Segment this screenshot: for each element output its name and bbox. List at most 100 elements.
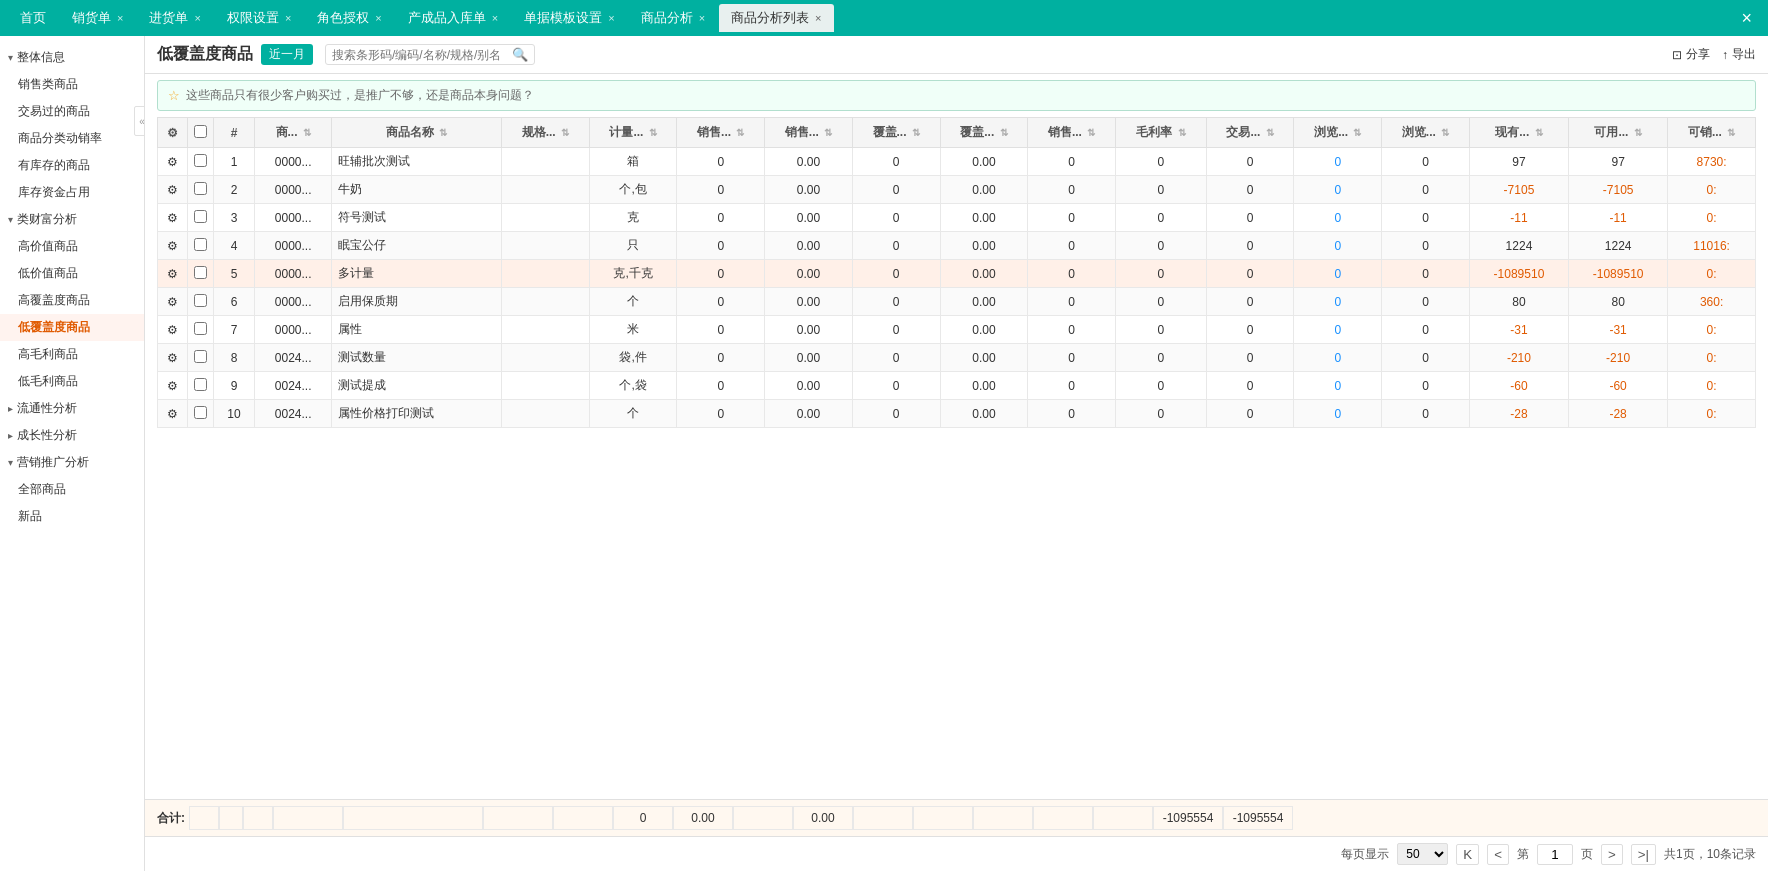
nav-tab-product-in[interactable]: 产成品入库单 × xyxy=(396,4,510,32)
gear-cell[interactable]: ⚙ xyxy=(158,232,188,260)
data-table-container[interactable]: ⚙ # 商... ⇅ 商品名称 ⇅ 规格... ⇅ 计量... ⇅ 销售... … xyxy=(157,117,1756,799)
select-all-checkbox[interactable] xyxy=(194,125,207,138)
column-sales-qty[interactable]: 销售... ⇅ xyxy=(677,118,765,148)
row-checkbox[interactable] xyxy=(194,294,207,307)
gear-cell[interactable]: ⚙ xyxy=(158,288,188,316)
row-checkbox[interactable] xyxy=(194,210,207,223)
last-page-button[interactable]: >| xyxy=(1631,844,1656,865)
sidebar-section-growth[interactable]: ▸ 成长性分析 xyxy=(0,422,144,449)
sidebar-item-with-stock[interactable]: 有库存的商品 xyxy=(0,152,144,179)
close-icon[interactable]: × xyxy=(375,12,381,24)
column-current-stock[interactable]: 现有... ⇅ xyxy=(1469,118,1568,148)
sidebar-item-all-goods[interactable]: 全部商品 xyxy=(0,476,144,503)
sidebar-item-low-coverage[interactable]: 低覆盖度商品 xyxy=(0,314,144,341)
gear-cell[interactable]: ⚙ xyxy=(158,400,188,428)
row-browse-num[interactable]: 0 xyxy=(1294,148,1382,176)
column-name[interactable]: 商品名称 ⇅ xyxy=(332,118,502,148)
search-input[interactable] xyxy=(332,48,512,62)
nav-tab-role[interactable]: 角色授权 × xyxy=(305,4,393,32)
sidebar-item-category-rate[interactable]: 商品分类动销率 xyxy=(0,125,144,152)
gear-cell[interactable]: ⚙ xyxy=(158,176,188,204)
share-button[interactable]: ⊡ 分享 xyxy=(1672,46,1710,63)
close-icon[interactable]: × xyxy=(608,12,614,24)
column-gross-rate[interactable]: 毛利率 ⇅ xyxy=(1115,118,1206,148)
nav-tab-home[interactable]: 首页 xyxy=(8,4,58,32)
column-gear[interactable]: ⚙ xyxy=(158,118,188,148)
sidebar-section-wealth[interactable]: ▾ 类财富分析 xyxy=(0,206,144,233)
column-spec[interactable]: 规格... ⇅ xyxy=(502,118,590,148)
column-cover-num[interactable]: 覆盖... ⇅ xyxy=(852,118,940,148)
row-checkbox-cell[interactable] xyxy=(188,148,214,176)
column-checkbox[interactable] xyxy=(188,118,214,148)
row-browse-num[interactable]: 0 xyxy=(1294,176,1382,204)
sidebar-item-new-goods[interactable]: 新品 xyxy=(0,503,144,530)
sidebar-item-high-coverage[interactable]: 高覆盖度商品 xyxy=(0,287,144,314)
column-code[interactable]: 商... ⇅ xyxy=(255,118,332,148)
row-checkbox[interactable] xyxy=(194,406,207,419)
row-checkbox[interactable] xyxy=(194,350,207,363)
row-checkbox-cell[interactable] xyxy=(188,288,214,316)
row-browse-num[interactable]: 0 xyxy=(1294,260,1382,288)
row-checkbox[interactable] xyxy=(194,266,207,279)
row-checkbox[interactable] xyxy=(194,378,207,391)
gear-cell[interactable]: ⚙ xyxy=(158,316,188,344)
row-checkbox-cell[interactable] xyxy=(188,232,214,260)
close-icon[interactable]: × xyxy=(492,12,498,24)
search-icon[interactable]: 🔍 xyxy=(512,47,528,62)
sidebar-item-high-value[interactable]: 高价值商品 xyxy=(0,233,144,260)
row-checkbox-cell[interactable] xyxy=(188,260,214,288)
row-checkbox[interactable] xyxy=(194,154,207,167)
gear-cell[interactable]: ⚙ xyxy=(158,148,188,176)
row-checkbox-cell[interactable] xyxy=(188,204,214,232)
sidebar-collapse-button[interactable]: « xyxy=(134,106,145,136)
sidebar-item-low-value[interactable]: 低价值商品 xyxy=(0,260,144,287)
row-browse-num[interactable]: 0 xyxy=(1294,316,1382,344)
row-browse-num[interactable]: 0 xyxy=(1294,372,1382,400)
nav-tab-permission[interactable]: 权限设置 × xyxy=(215,4,303,32)
nav-tab-purchase[interactable]: 进货单 × xyxy=(137,4,212,32)
row-checkbox[interactable] xyxy=(194,322,207,335)
close-icon[interactable]: × xyxy=(117,12,123,24)
sidebar-item-low-gross[interactable]: 低毛利商品 xyxy=(0,368,144,395)
nav-tab-template[interactable]: 单据模板设置 × xyxy=(512,4,626,32)
sidebar-item-high-gross[interactable]: 高毛利商品 xyxy=(0,341,144,368)
column-trade-num[interactable]: 交易... ⇅ xyxy=(1206,118,1294,148)
close-icon[interactable]: × xyxy=(815,12,821,24)
close-icon[interactable]: × xyxy=(285,12,291,24)
gear-cell[interactable]: ⚙ xyxy=(158,372,188,400)
column-cover-rate[interactable]: 覆盖... ⇅ xyxy=(940,118,1028,148)
gear-cell[interactable]: ⚙ xyxy=(158,344,188,372)
next-page-button[interactable]: > xyxy=(1601,844,1623,865)
close-all-button[interactable]: × xyxy=(1733,8,1760,29)
row-checkbox-cell[interactable] xyxy=(188,372,214,400)
nav-tab-goods-analysis[interactable]: 商品分析 × xyxy=(629,4,717,32)
sidebar-section-overall[interactable]: ▾ 整体信息 xyxy=(0,44,144,71)
page-number-input[interactable] xyxy=(1537,844,1573,865)
page-size-select[interactable]: 2050100 xyxy=(1397,843,1448,865)
first-page-button[interactable]: K xyxy=(1456,844,1479,865)
gear-cell[interactable]: ⚙ xyxy=(158,204,188,232)
sidebar-item-traded-goods[interactable]: 交易过的商品 xyxy=(0,98,144,125)
nav-tab-goods-list[interactable]: 商品分析列表 × xyxy=(719,4,833,32)
gear-cell[interactable]: ⚙ xyxy=(158,260,188,288)
row-browse-num[interactable]: 0 xyxy=(1294,232,1382,260)
row-browse-num[interactable]: 0 xyxy=(1294,204,1382,232)
sidebar-item-capital[interactable]: 库存资金占用 xyxy=(0,179,144,206)
row-checkbox-cell[interactable] xyxy=(188,400,214,428)
sidebar-item-sales-goods[interactable]: 销售类商品 xyxy=(0,71,144,98)
column-sales-amt[interactable]: 销售... ⇅ xyxy=(765,118,853,148)
column-sales-days[interactable]: 销售... ⇅ xyxy=(1028,118,1116,148)
row-checkbox-cell[interactable] xyxy=(188,176,214,204)
row-checkbox-cell[interactable] xyxy=(188,316,214,344)
row-checkbox-cell[interactable] xyxy=(188,344,214,372)
column-saleable[interactable]: 可销... ⇅ xyxy=(1668,118,1756,148)
nav-tab-sales[interactable]: 销货单 × xyxy=(60,4,135,32)
row-browse-num[interactable]: 0 xyxy=(1294,344,1382,372)
sidebar-section-liquidity[interactable]: ▸ 流通性分析 xyxy=(0,395,144,422)
row-checkbox[interactable] xyxy=(194,182,207,195)
column-available[interactable]: 可用... ⇅ xyxy=(1569,118,1668,148)
column-browse-rate[interactable]: 浏览... ⇅ xyxy=(1382,118,1470,148)
close-icon[interactable]: × xyxy=(699,12,705,24)
column-browse-num[interactable]: 浏览... ⇅ xyxy=(1294,118,1382,148)
row-browse-num[interactable]: 0 xyxy=(1294,400,1382,428)
